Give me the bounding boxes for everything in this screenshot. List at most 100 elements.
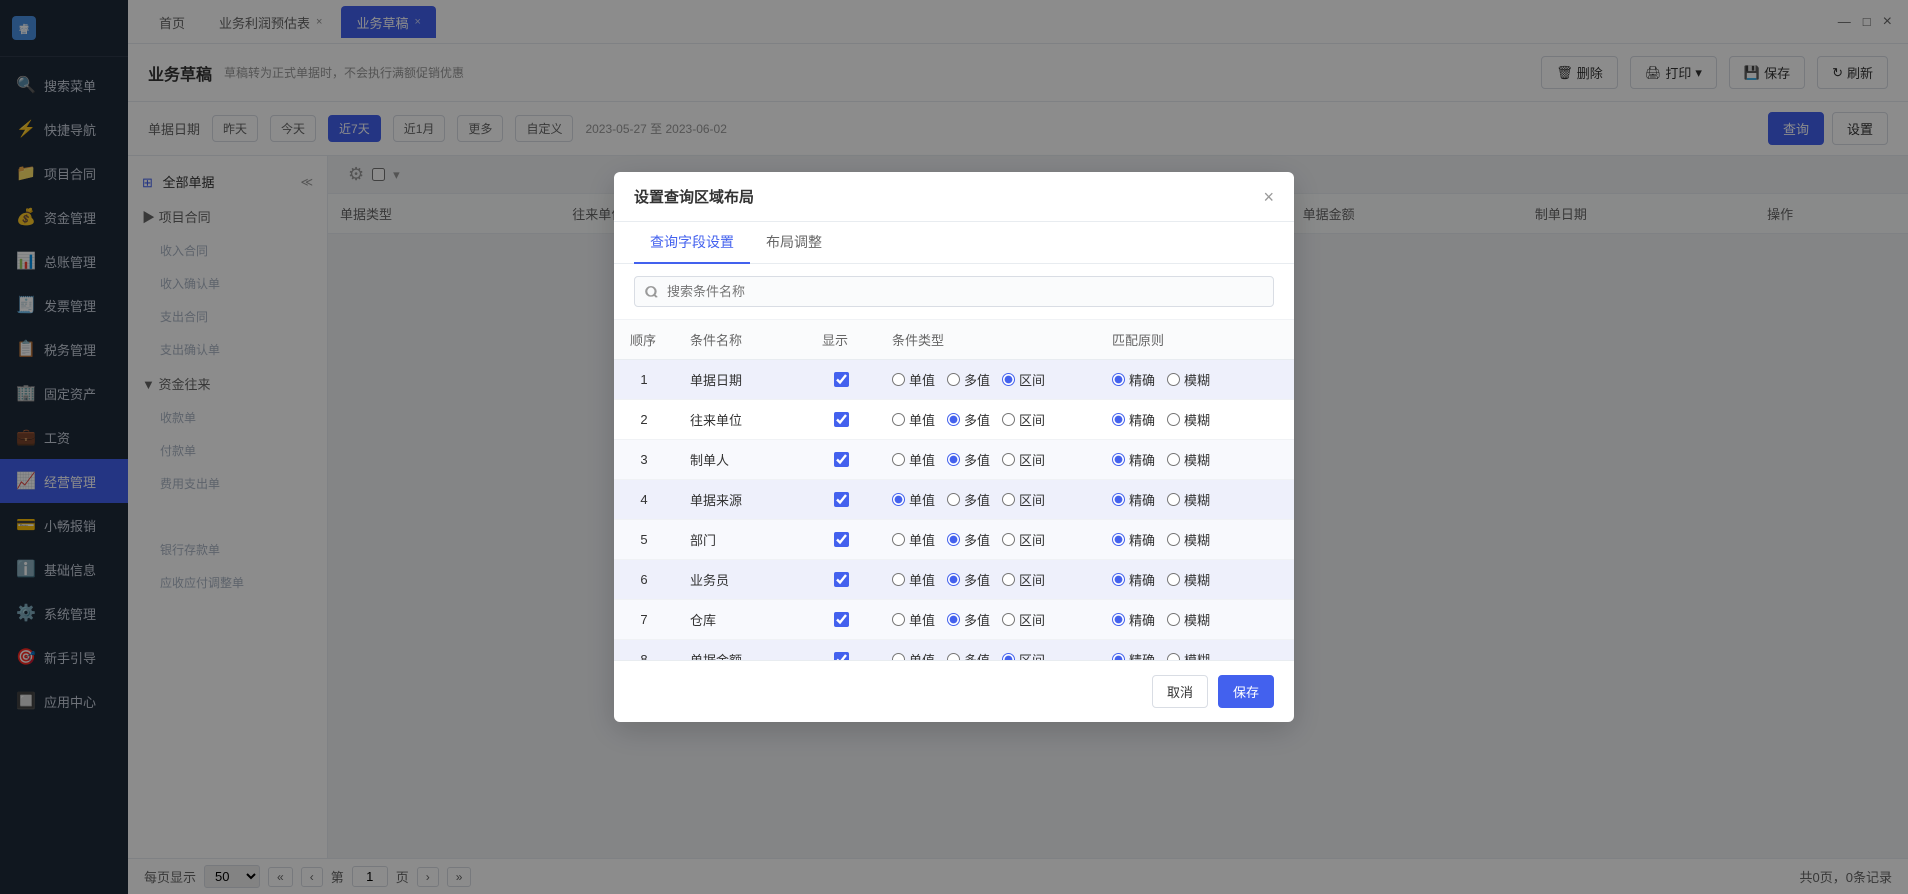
match-precise-radio[interactable] [1112,373,1125,386]
type-multiple-radio[interactable] [947,413,960,426]
match-precise-radio[interactable] [1112,493,1125,506]
type-single-radio[interactable] [892,413,905,426]
type-multiple-radio[interactable] [947,613,960,626]
type-multiple-label[interactable]: 多值 [947,490,990,509]
cell-display [806,480,876,520]
match-fuzzy-radio[interactable] [1167,493,1180,506]
type-multiple-label[interactable]: 多值 [947,530,990,549]
type-single-radio[interactable] [892,373,905,386]
type-single-radio[interactable] [892,453,905,466]
type-range-radio[interactable] [1002,573,1015,586]
type-single-radio[interactable] [892,653,905,660]
match-fuzzy-label[interactable]: 模糊 [1167,650,1210,660]
match-precise-label[interactable]: 精确 [1112,650,1155,660]
modal-title: 设置查询区域布局 [634,186,754,207]
type-single-label[interactable]: 单值 [892,650,935,660]
cell-match: 精确 模糊 [1096,600,1294,640]
match-fuzzy-radio[interactable] [1167,533,1180,546]
type-multiple-radio[interactable] [947,533,960,546]
match-precise-label[interactable]: 精确 [1112,570,1155,589]
match-precise-radio[interactable] [1112,533,1125,546]
type-single-label[interactable]: 单值 [892,410,935,429]
match-fuzzy-radio[interactable] [1167,613,1180,626]
match-fuzzy-label[interactable]: 模糊 [1167,610,1210,629]
type-range-label[interactable]: 区间 [1002,370,1045,389]
match-fuzzy-label[interactable]: 模糊 [1167,490,1210,509]
match-precise-label[interactable]: 精确 [1112,490,1155,509]
type-multiple-radio[interactable] [947,653,960,660]
condition-search-input[interactable] [634,276,1274,307]
type-range-label[interactable]: 区间 [1002,490,1045,509]
tab-query-fields[interactable]: 查询字段设置 [634,222,750,264]
type-range-radio[interactable] [1002,373,1015,386]
match-precise-radio[interactable] [1112,653,1125,660]
type-single-label[interactable]: 单值 [892,610,935,629]
type-single-radio[interactable] [892,493,905,506]
match-precise-radio[interactable] [1112,613,1125,626]
type-range-radio[interactable] [1002,453,1015,466]
type-range-label[interactable]: 区间 [1002,570,1045,589]
type-single-label[interactable]: 单值 [892,490,935,509]
display-checkbox[interactable] [834,572,849,587]
type-multiple-label[interactable]: 多值 [947,450,990,469]
match-fuzzy-radio[interactable] [1167,373,1180,386]
type-multiple-label[interactable]: 多值 [947,370,990,389]
type-single-radio[interactable] [892,533,905,546]
type-multiple-label[interactable]: 多值 [947,610,990,629]
match-fuzzy-radio[interactable] [1167,453,1180,466]
match-precise-label[interactable]: 精确 [1112,370,1155,389]
match-precise-radio[interactable] [1112,573,1125,586]
type-single-label[interactable]: 单值 [892,530,935,549]
match-precise-label[interactable]: 精确 [1112,610,1155,629]
type-range-label[interactable]: 区间 [1002,450,1045,469]
type-multiple-radio[interactable] [947,373,960,386]
type-multiple-label[interactable]: 多值 [947,570,990,589]
cancel-button[interactable]: 取消 [1152,675,1208,708]
settings-row: 7 仓库 单值 多值 区间 精确 [614,600,1294,640]
type-multiple-radio[interactable] [947,453,960,466]
match-precise-radio[interactable] [1112,453,1125,466]
display-checkbox[interactable] [834,492,849,507]
display-checkbox[interactable] [834,532,849,547]
display-checkbox[interactable] [834,652,849,660]
type-single-label[interactable]: 单值 [892,570,935,589]
type-single-label[interactable]: 单值 [892,370,935,389]
cell-display [806,520,876,560]
type-range-radio[interactable] [1002,413,1015,426]
match-fuzzy-label[interactable]: 模糊 [1167,530,1210,549]
type-multiple-radio[interactable] [947,573,960,586]
type-range-radio[interactable] [1002,653,1015,660]
match-fuzzy-label[interactable]: 模糊 [1167,450,1210,469]
type-multiple-radio[interactable] [947,493,960,506]
type-single-radio[interactable] [892,573,905,586]
cell-type: 单值 多值 区间 [876,480,1096,520]
match-fuzzy-label[interactable]: 模糊 [1167,570,1210,589]
type-single-label[interactable]: 单值 [892,450,935,469]
modal-save-button[interactable]: 保存 [1218,675,1274,708]
type-range-radio[interactable] [1002,533,1015,546]
type-range-label[interactable]: 区间 [1002,650,1045,660]
type-range-radio[interactable] [1002,613,1015,626]
match-precise-radio[interactable] [1112,413,1125,426]
match-fuzzy-radio[interactable] [1167,653,1180,660]
match-precise-label[interactable]: 精确 [1112,410,1155,429]
match-precise-label[interactable]: 精确 [1112,450,1155,469]
match-fuzzy-label[interactable]: 模糊 [1167,410,1210,429]
type-range-label[interactable]: 区间 [1002,410,1045,429]
display-checkbox[interactable] [834,372,849,387]
tab-layout[interactable]: 布局调整 [750,222,838,264]
display-checkbox[interactable] [834,612,849,627]
type-range-label[interactable]: 区间 [1002,610,1045,629]
match-fuzzy-radio[interactable] [1167,573,1180,586]
type-single-radio[interactable] [892,613,905,626]
modal-close-button[interactable]: × [1263,188,1274,206]
match-fuzzy-radio[interactable] [1167,413,1180,426]
type-multiple-label[interactable]: 多值 [947,650,990,660]
type-range-label[interactable]: 区间 [1002,530,1045,549]
display-checkbox[interactable] [834,452,849,467]
type-multiple-label[interactable]: 多值 [947,410,990,429]
match-precise-label[interactable]: 精确 [1112,530,1155,549]
display-checkbox[interactable] [834,412,849,427]
match-fuzzy-label[interactable]: 模糊 [1167,370,1210,389]
type-range-radio[interactable] [1002,493,1015,506]
